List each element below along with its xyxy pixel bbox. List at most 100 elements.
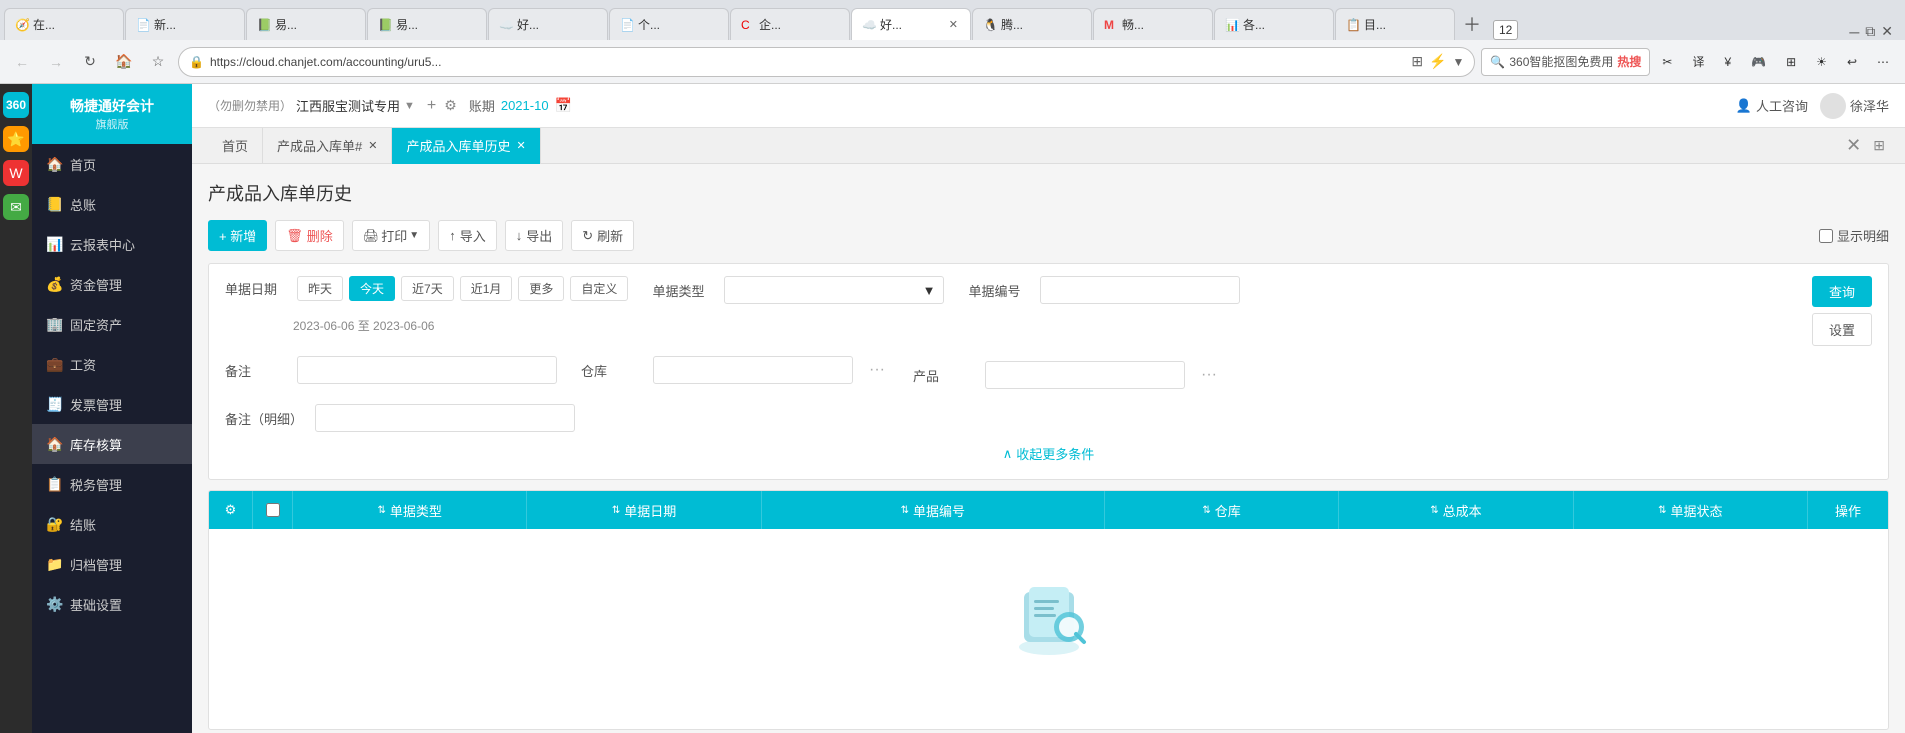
page-tab-list-close[interactable]: ✕: [368, 139, 377, 152]
sidebar-item-ledger[interactable]: 📒 总账: [32, 184, 192, 224]
th-warehouse[interactable]: ⇅ 仓库: [1105, 491, 1339, 529]
date-btn-7days[interactable]: 近7天: [401, 276, 454, 301]
minimize-button[interactable]: ─: [1849, 24, 1859, 40]
new-tab-button[interactable]: ＋: [1456, 8, 1488, 40]
filter-settings-button[interactable]: 设置: [1812, 313, 1872, 346]
search-bar[interactable]: 🔍 360智能抠图免费用 热搜: [1481, 48, 1650, 76]
delete-button[interactable]: 🗑 删除: [275, 220, 344, 251]
add-company-button[interactable]: +: [427, 97, 436, 115]
icon-bar-360[interactable]: 360: [3, 92, 29, 118]
remark-input[interactable]: [297, 356, 557, 384]
browser-tab-7[interactable]: C 企...: [730, 8, 850, 40]
panel-expand-button[interactable]: ⊞: [1869, 137, 1889, 154]
th-status[interactable]: ⇅ 单据状态: [1574, 491, 1808, 529]
date-btn-yesterday[interactable]: 昨天: [297, 276, 343, 301]
page-tab-history-close[interactable]: ✕: [516, 139, 525, 152]
topbar-settings-button[interactable]: ⚙: [444, 97, 457, 114]
date-btn-custom[interactable]: 自定义: [570, 276, 628, 301]
collapse-button[interactable]: ∧ 收起更多条件: [991, 440, 1107, 467]
undo-tool[interactable]: ↩: [1839, 52, 1865, 72]
extensions-icon[interactable]: ⊞: [1411, 53, 1423, 70]
th-settings[interactable]: ⚙: [209, 491, 253, 529]
doc-type-select[interactable]: ▼: [724, 276, 944, 304]
sidebar-item-home[interactable]: 🏠 首页: [32, 144, 192, 184]
sidebar-item-tax[interactable]: 📋 税务管理: [32, 464, 192, 504]
date-btn-today[interactable]: 今天: [349, 276, 395, 301]
th-doc-type[interactable]: ⇅ 单据类型: [293, 491, 527, 529]
browser-tab-3[interactable]: 📗 易...: [246, 8, 366, 40]
th-total-cost[interactable]: ⇅ 总成本: [1339, 491, 1573, 529]
refresh-toolbar-button[interactable]: ↻ 刷新: [571, 220, 634, 251]
close-button[interactable]: ✕: [1881, 23, 1893, 40]
browser-tab-2[interactable]: 📄 新...: [125, 8, 245, 40]
doc-no-input[interactable]: [1040, 276, 1240, 304]
rmb-tool[interactable]: ¥: [1716, 52, 1739, 72]
theme-tool[interactable]: ☀: [1808, 52, 1835, 72]
browser-tab-12[interactable]: 📋 目...: [1335, 8, 1455, 40]
show-all-checkbox[interactable]: 显示明细: [1819, 226, 1889, 245]
browser-tab-10[interactable]: M 畅...: [1093, 8, 1213, 40]
translate-tool[interactable]: 译: [1684, 50, 1712, 73]
icon-bar-chat[interactable]: W: [3, 160, 29, 186]
browser-tab-8[interactable]: ☁️ 好... ✕: [851, 8, 971, 40]
icon-bar-star[interactable]: ⭐: [3, 126, 29, 152]
restore-button[interactable]: ⧉: [1865, 23, 1875, 40]
sidebar-item-closing[interactable]: 🔐 结账: [32, 504, 192, 544]
browser-tab-6[interactable]: 📄 个...: [609, 8, 729, 40]
browser-tab-4[interactable]: 📗 易...: [367, 8, 487, 40]
period-value[interactable]: 2021-10: [501, 98, 549, 113]
product-input[interactable]: [985, 361, 1185, 389]
page-tab-history[interactable]: 产成品入库单历史 ✕: [392, 128, 540, 164]
page-tab-home[interactable]: 首页: [208, 128, 263, 164]
page-tab-list[interactable]: 产成品入库单# ✕: [263, 128, 392, 164]
refresh-button[interactable]: ↻: [76, 48, 104, 76]
sidebar-item-fund[interactable]: 💰 资金管理: [32, 264, 192, 304]
th-check[interactable]: [253, 491, 293, 529]
warehouse-input[interactable]: [653, 356, 853, 384]
sidebar-item-invoice[interactable]: 🧾 发票管理: [32, 384, 192, 424]
tab-count[interactable]: 12: [1493, 20, 1518, 40]
sidebar-item-wage[interactable]: 💼 工资: [32, 344, 192, 384]
back-button[interactable]: ←: [8, 48, 36, 76]
scissors-tool[interactable]: ✂: [1654, 52, 1680, 72]
warehouse-dots[interactable]: ···: [865, 361, 889, 379]
sidebar-item-settings[interactable]: ⚙️ 基础设置: [32, 584, 192, 624]
dropdown-icon[interactable]: ▼: [1453, 55, 1465, 69]
forward-button[interactable]: →: [42, 48, 70, 76]
calendar-icon[interactable]: 📅: [555, 97, 572, 114]
browser-tab-1[interactable]: 🧭 在...: [4, 8, 124, 40]
query-button[interactable]: 查询: [1812, 276, 1872, 307]
game-tool[interactable]: 🎮: [1743, 52, 1774, 72]
print-button[interactable]: 🖨 打印 ▼: [352, 220, 430, 251]
detail-remark-input[interactable]: [315, 404, 575, 432]
sidebar-item-fixed[interactable]: 🏢 固定资产: [32, 304, 192, 344]
grid-tool[interactable]: ⊞: [1778, 52, 1804, 72]
import-button[interactable]: ↑ 导入: [438, 220, 497, 251]
home-button[interactable]: 🏠: [110, 48, 138, 76]
show-all-input[interactable]: [1819, 229, 1833, 243]
browser-tab-5[interactable]: ☁️ 好...: [488, 8, 608, 40]
lightning-icon[interactable]: ⚡: [1429, 53, 1446, 70]
sidebar-item-inventory[interactable]: 🏠 库存核算: [32, 424, 192, 464]
add-button[interactable]: + 新增: [208, 220, 267, 251]
date-btn-1month[interactable]: 近1月: [460, 276, 513, 301]
tab-close-8[interactable]: ✕: [947, 16, 960, 33]
address-bar[interactable]: 🔒 https://cloud.chanjet.com/accounting/u…: [178, 47, 1475, 77]
user-service-button[interactable]: 👤 人工咨询: [1736, 96, 1808, 115]
bookmark-button[interactable]: ☆: [144, 48, 172, 76]
sidebar-item-archive[interactable]: 📁 归档管理: [32, 544, 192, 584]
user-name[interactable]: 徐泽华: [1820, 93, 1889, 119]
company-selector[interactable]: （勿删勿禁用） 江西服宝测试专用 ▼: [208, 96, 415, 115]
th-date[interactable]: ⇅ 单据日期: [527, 491, 761, 529]
sidebar-item-report[interactable]: 📊 云报表中心: [32, 224, 192, 264]
browser-tab-11[interactable]: 📊 各...: [1214, 8, 1334, 40]
panel-close-button[interactable]: ✕: [1838, 135, 1869, 156]
icon-bar-mail[interactable]: ✉: [3, 194, 29, 220]
date-btn-more[interactable]: 更多: [518, 276, 564, 301]
export-button[interactable]: ↓ 导出: [505, 220, 564, 251]
browser-tab-9[interactable]: 🐧 腾...: [972, 8, 1092, 40]
more-tool[interactable]: ⋯: [1869, 52, 1897, 72]
select-all-checkbox[interactable]: [266, 503, 280, 517]
product-dots[interactable]: ···: [1197, 366, 1221, 384]
th-doc-no[interactable]: ⇅ 单据编号: [762, 491, 1105, 529]
